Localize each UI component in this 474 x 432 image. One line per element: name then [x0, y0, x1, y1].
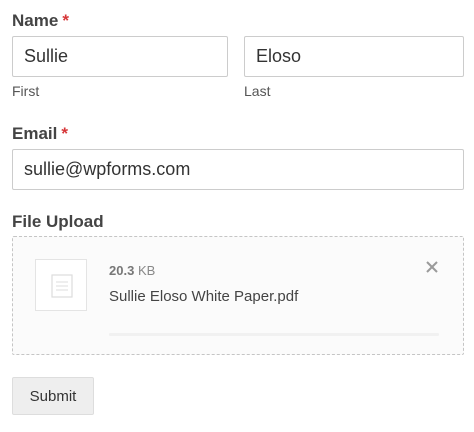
required-asterisk: * — [61, 124, 68, 143]
last-name-sublabel: Last — [244, 83, 271, 99]
remove-file-button[interactable] — [424, 259, 440, 275]
required-asterisk: * — [62, 11, 69, 30]
file-size-unit: KB — [137, 263, 156, 278]
last-name-input[interactable]: Eloso — [244, 36, 464, 77]
file-name: Sullie Eloso White Paper.pdf — [109, 288, 299, 305]
document-icon — [51, 274, 73, 298]
first-name-sublabel: First — [12, 83, 40, 99]
file-upload-label: File Upload — [12, 212, 104, 231]
email-label: Email * — [12, 124, 68, 144]
file-thumbnail — [35, 259, 87, 311]
name-label-text: Name — [12, 11, 59, 30]
name-label: Name * — [12, 11, 69, 31]
file-size-value: 20.3 — [109, 263, 135, 278]
email-label-text: Email — [12, 124, 58, 143]
upload-progress-track — [109, 333, 439, 336]
upload-progress-fill — [109, 333, 439, 336]
submit-button[interactable]: Submit — [12, 377, 94, 415]
first-name-input[interactable]: Sullie — [12, 36, 228, 77]
close-icon — [426, 261, 438, 273]
file-upload-dropzone[interactable]: 20.3 KB Sullie Eloso White Paper.pdf — [12, 236, 464, 355]
email-input[interactable]: sullie@wpforms.com — [12, 149, 464, 190]
file-size: 20.3 KB — [109, 263, 155, 279]
